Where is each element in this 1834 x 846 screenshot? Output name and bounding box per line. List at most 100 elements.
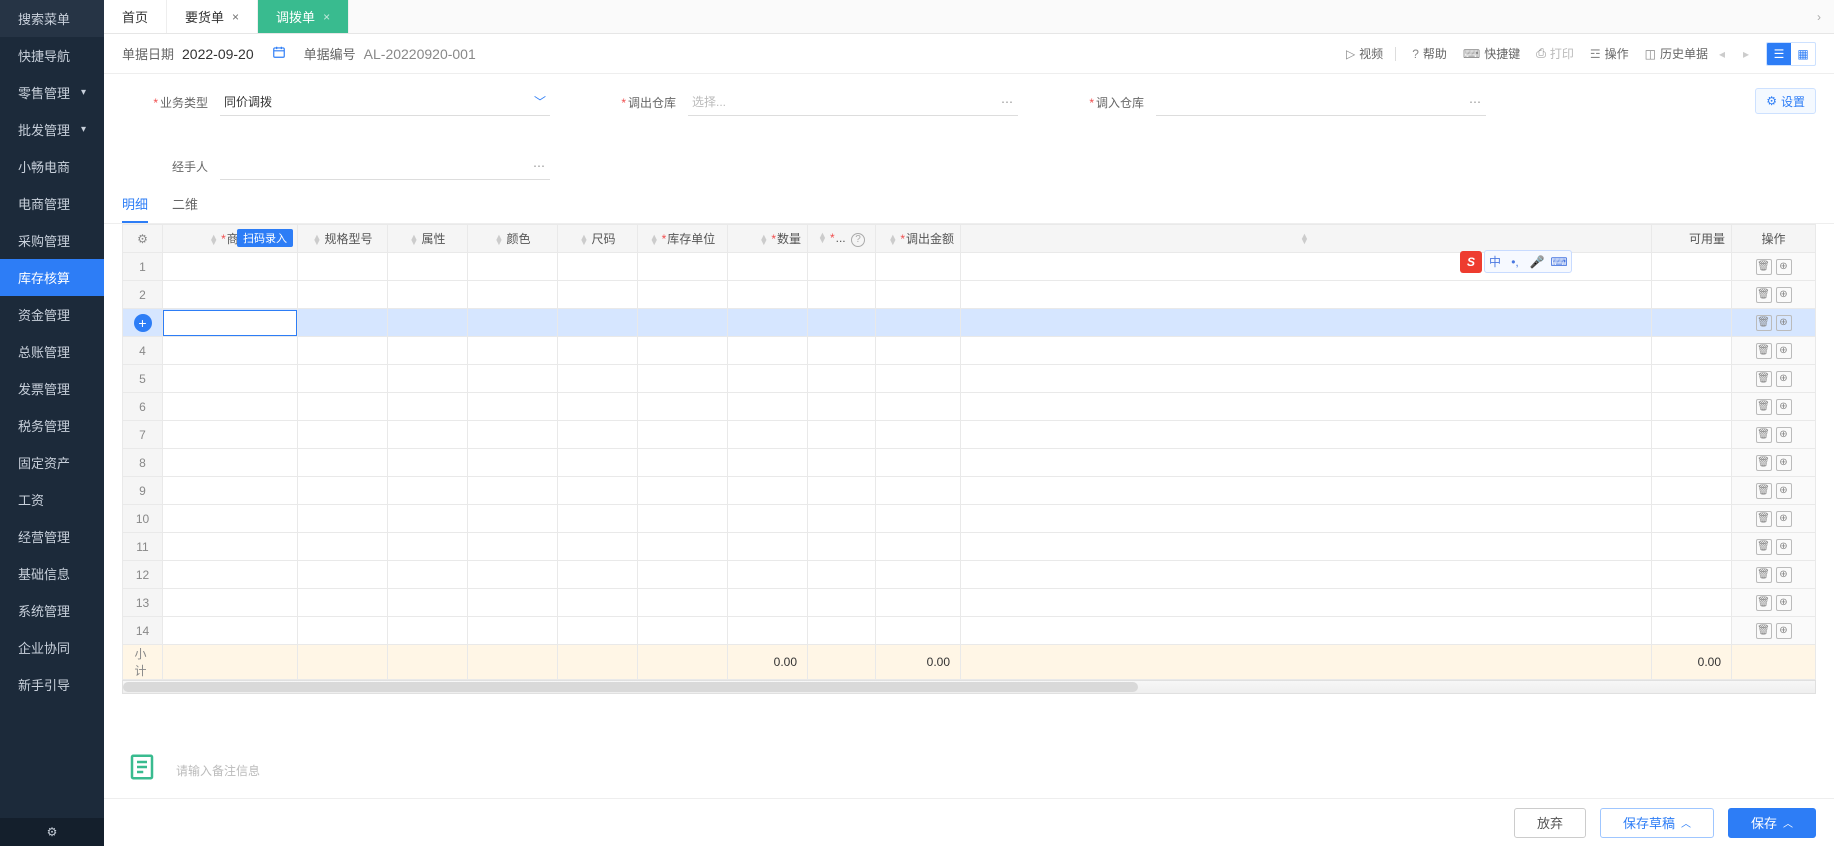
insert-row-icon[interactable]: ⊕: [1776, 287, 1792, 303]
sidebar-item-1[interactable]: 快捷导航: [0, 37, 104, 74]
shortcut-link[interactable]: ⌨快捷键: [1463, 45, 1520, 62]
sidebar-item-6[interactable]: 采购管理: [0, 222, 104, 259]
calendar-icon[interactable]: [272, 45, 286, 62]
table-row[interactable]: 4🗑⊕: [123, 337, 1816, 365]
out-warehouse-select[interactable]: 选择... ⋯: [688, 88, 1018, 116]
sidebar-item-17[interactable]: 企业协同: [0, 629, 104, 666]
delete-row-icon[interactable]: 🗑: [1756, 483, 1772, 499]
col-size[interactable]: ▲▼尺码: [558, 225, 638, 253]
sidebar-item-15[interactable]: 基础信息: [0, 555, 104, 592]
delete-row-icon[interactable]: 🗑: [1756, 511, 1772, 527]
insert-row-icon[interactable]: ⊕: [1776, 399, 1792, 415]
col-qty[interactable]: ▲▼*数量: [728, 225, 808, 253]
tab-2[interactable]: 调拨单×: [258, 0, 349, 33]
sidebar-item-2[interactable]: 零售管理▾: [0, 74, 104, 111]
sidebar-item-5[interactable]: 电商管理: [0, 185, 104, 222]
ime-mic-icon[interactable]: 🎤: [1529, 254, 1545, 270]
subtab-detail[interactable]: 明细: [122, 194, 148, 223]
delete-row-icon[interactable]: 🗑: [1756, 455, 1772, 471]
ime-lang[interactable]: 中: [1489, 253, 1501, 270]
next-doc-arrow[interactable]: ▸: [1736, 47, 1756, 61]
operate-link[interactable]: ☲操作: [1590, 45, 1629, 62]
col-unit[interactable]: ▲▼*库存单位: [638, 225, 728, 253]
table-row[interactable]: 8🗑⊕: [123, 449, 1816, 477]
table-row[interactable]: 14🗑⊕: [123, 617, 1816, 645]
insert-row-icon[interactable]: ⊕: [1776, 427, 1792, 443]
sidebar-item-9[interactable]: 总账管理: [0, 333, 104, 370]
ime-keyboard-icon[interactable]: ⌨: [1551, 254, 1567, 270]
ime-punct-icon[interactable]: •,: [1507, 254, 1523, 270]
product-input[interactable]: [163, 310, 297, 336]
insert-row-icon[interactable]: ⊕: [1776, 483, 1792, 499]
insert-row-icon[interactable]: ⊕: [1776, 539, 1792, 555]
delete-row-icon[interactable]: 🗑: [1756, 399, 1772, 415]
col-spec[interactable]: ▲▼规格型号: [298, 225, 388, 253]
doc-date-value[interactable]: 2022-09-20: [182, 46, 254, 62]
horizontal-scrollbar[interactable]: [122, 680, 1816, 694]
subtab-2d[interactable]: 二维: [172, 194, 198, 223]
insert-row-icon[interactable]: ⊕: [1776, 259, 1792, 275]
delete-row-icon[interactable]: 🗑: [1756, 315, 1772, 331]
sidebar-item-16[interactable]: 系统管理: [0, 592, 104, 629]
discard-button[interactable]: 放弃: [1514, 808, 1586, 838]
print-link[interactable]: ⎙打印: [1536, 45, 1574, 62]
settings-button[interactable]: ⚙ 设置: [1755, 88, 1816, 114]
insert-row-icon[interactable]: ⊕: [1776, 511, 1792, 527]
insert-row-icon[interactable]: ⊕: [1776, 343, 1792, 359]
table-row[interactable]: 6🗑⊕: [123, 393, 1816, 421]
col-color[interactable]: ▲▼颜色: [468, 225, 558, 253]
delete-row-icon[interactable]: 🗑: [1756, 371, 1772, 387]
ime-toolbar[interactable]: S 中 •, 🎤 ⌨: [1460, 250, 1572, 273]
insert-row-icon[interactable]: ⊕: [1776, 595, 1792, 611]
delete-row-icon[interactable]: 🗑: [1756, 287, 1772, 303]
sidebar-item-0[interactable]: 搜索菜单: [0, 0, 104, 37]
col-blank[interactable]: ▲▼: [961, 225, 1652, 253]
table-row[interactable]: 11🗑⊕: [123, 533, 1816, 561]
table-row[interactable]: 9🗑⊕: [123, 477, 1816, 505]
table-row[interactable]: 2🗑⊕: [123, 281, 1816, 309]
in-warehouse-select[interactable]: ⋯: [1156, 88, 1486, 116]
delete-row-icon[interactable]: 🗑: [1756, 259, 1772, 275]
insert-row-icon[interactable]: ⊕: [1776, 371, 1792, 387]
insert-row-icon[interactable]: ⊕: [1776, 567, 1792, 583]
sidebar-item-8[interactable]: 资金管理: [0, 296, 104, 333]
history-link[interactable]: ◫历史单据: [1645, 45, 1708, 62]
table-row[interactable]: + 🗑⊕: [123, 309, 1816, 337]
insert-row-icon[interactable]: ⊕: [1776, 455, 1792, 471]
sidebar-item-4[interactable]: 小畅电商: [0, 148, 104, 185]
col-product[interactable]: ▲▼*商品 扫码录入: [163, 225, 298, 253]
view-list-icon[interactable]: ☰: [1767, 43, 1791, 65]
sidebar-item-18[interactable]: 新手引导: [0, 666, 104, 703]
remark-input[interactable]: 请输入备注信息: [176, 752, 1816, 779]
delete-row-icon[interactable]: 🗑: [1756, 343, 1772, 359]
help-link[interactable]: ?帮助: [1412, 45, 1447, 62]
biz-type-select[interactable]: 同价调拨 ﹀: [220, 88, 550, 116]
table-row[interactable]: 12🗑⊕: [123, 561, 1816, 589]
col-out-amount[interactable]: ▲▼*调出金额: [876, 225, 961, 253]
help-icon[interactable]: ?: [851, 233, 865, 247]
delete-row-icon[interactable]: 🗑: [1756, 623, 1772, 639]
close-icon[interactable]: ×: [232, 10, 239, 24]
handler-select[interactable]: ⋯: [220, 152, 550, 180]
delete-row-icon[interactable]: 🗑: [1756, 539, 1772, 555]
video-link[interactable]: ▷视频: [1346, 45, 1383, 62]
table-row[interactable]: 10🗑⊕: [123, 505, 1816, 533]
col-available[interactable]: 可用量: [1652, 225, 1732, 253]
delete-row-icon[interactable]: 🗑: [1756, 567, 1772, 583]
sidebar-item-11[interactable]: 税务管理: [0, 407, 104, 444]
table-row[interactable]: 7🗑⊕: [123, 421, 1816, 449]
col-attr[interactable]: ▲▼属性: [388, 225, 468, 253]
sidebar-item-3[interactable]: 批发管理▾: [0, 111, 104, 148]
delete-row-icon[interactable]: 🗑: [1756, 427, 1772, 443]
sidebar-item-10[interactable]: 发票管理: [0, 370, 104, 407]
scan-badge[interactable]: 扫码录入: [237, 229, 293, 247]
insert-row-icon[interactable]: ⊕: [1776, 315, 1792, 331]
view-grid-icon[interactable]: ▦: [1791, 43, 1815, 65]
scrollbar-thumb[interactable]: [123, 682, 1138, 692]
table-row[interactable]: 5🗑⊕: [123, 365, 1816, 393]
prev-doc-arrow[interactable]: ◂: [1712, 47, 1732, 61]
add-row-button[interactable]: +: [134, 314, 152, 332]
close-icon[interactable]: ×: [323, 10, 330, 24]
sidebar-item-13[interactable]: 工资: [0, 481, 104, 518]
col-extra[interactable]: ▲▼*... ?: [808, 225, 876, 253]
